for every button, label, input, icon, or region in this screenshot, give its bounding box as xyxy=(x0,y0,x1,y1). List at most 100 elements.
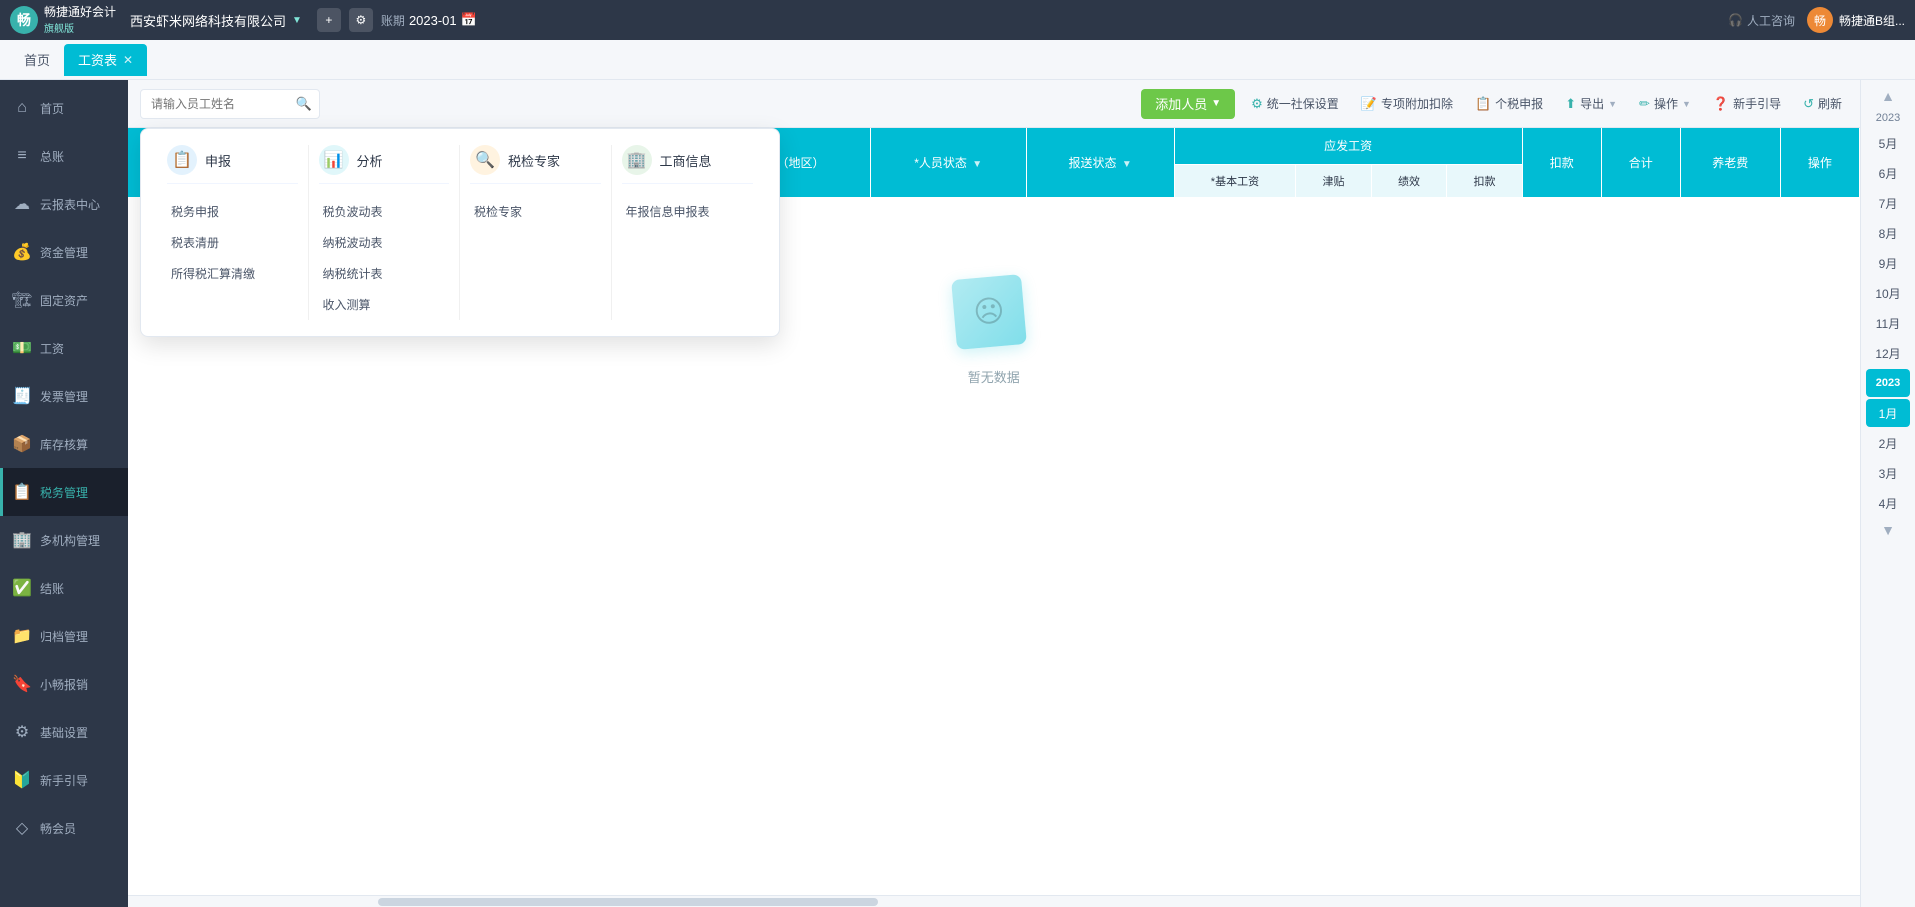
right-panel-month-12[interactable]: 12月 xyxy=(1866,339,1910,367)
sidebar-item-archive[interactable]: 📁 归档管理 xyxy=(0,612,128,660)
operations-action[interactable]: ✏ 操作 ▼ xyxy=(1633,89,1697,119)
user-info[interactable]: 畅 畅捷通B组... xyxy=(1807,7,1905,33)
search-input[interactable] xyxy=(140,89,320,119)
sidebar-item-ledger[interactable]: ≡ 总账 xyxy=(0,132,128,180)
right-panel-month-1[interactable]: 1月 xyxy=(1866,399,1910,427)
add-person-label: 添加人员 xyxy=(1155,94,1207,113)
vip-icon: ◇ xyxy=(12,818,32,838)
business-header: 🏢 工商信息 xyxy=(622,145,754,184)
invoice-icon: 🧾 xyxy=(12,386,32,406)
operations-label: 操作 xyxy=(1654,95,1678,112)
search-wrap: 🔍 xyxy=(140,89,320,119)
dropdown-section-analysis: 📊 分析 税负波动表 纳税波动表 纳税统计表 收入测算 xyxy=(309,145,461,320)
analysis-icon: 📊 xyxy=(319,145,349,175)
dropdown-item-income-calc[interactable]: 收入测算 xyxy=(319,289,450,320)
sidebar-label-vip: 畅会员 xyxy=(40,820,76,837)
dropdown-item-income-tax[interactable]: 所得税汇算清缴 xyxy=(167,258,298,289)
ledger-icon: ≡ xyxy=(12,147,32,165)
tax-declaration-action[interactable]: 📋 个税申报 xyxy=(1469,89,1549,119)
new-guide-action[interactable]: ❓ 新手引导 xyxy=(1707,89,1787,119)
social-security-action[interactable]: ⚙ 统一社保设置 xyxy=(1245,89,1345,119)
status-filter-icon[interactable]: ▼ xyxy=(972,159,982,170)
sidebar-item-tax[interactable]: 📋 税务管理 xyxy=(0,468,128,516)
sidebar-item-closing[interactable]: ✅ 结账 xyxy=(0,564,128,612)
sidebar-item-new-guide[interactable]: 🔰 新手引导 xyxy=(0,756,128,804)
fixed-assets-icon: 🏗 xyxy=(12,290,32,310)
tab-salary[interactable]: 工资表 ✕ xyxy=(64,44,147,76)
dropdown-item-tax-declaration[interactable]: 税务申报 xyxy=(167,196,298,227)
right-panel-month-7[interactable]: 7月 xyxy=(1866,189,1910,217)
refresh-label: 刷新 xyxy=(1818,95,1842,112)
right-panel-month-5[interactable]: 5月 xyxy=(1866,129,1910,157)
refresh-action[interactable]: ↺ 刷新 xyxy=(1797,89,1848,119)
tab-close-icon[interactable]: ✕ xyxy=(123,53,133,67)
right-panel-month-11[interactable]: 11月 xyxy=(1866,309,1910,337)
add-company-btn[interactable]: + xyxy=(317,8,341,32)
th-payroll-group: 应发工资 xyxy=(1174,128,1522,164)
th-action: 操作 xyxy=(1780,128,1859,197)
sidebar-label-cloud: 云报表中心 xyxy=(40,196,100,213)
th-allowance: 津贴 xyxy=(1296,164,1371,197)
right-panel-year-top: 2023 xyxy=(1876,108,1900,128)
th-status: *人员状态 ▼ xyxy=(870,128,1026,197)
special-deduction-action[interactable]: 📝 专项附加扣除 xyxy=(1355,89,1459,119)
service-button[interactable]: 🎧 人工咨询 xyxy=(1728,12,1795,29)
dropdown-item-tax-table[interactable]: 税表清册 xyxy=(167,227,298,258)
right-panel-nav-down[interactable]: ▼ xyxy=(1876,518,1900,542)
sidebar-item-fixed-assets[interactable]: 🏗 固定资产 xyxy=(0,276,128,324)
sidebar-label-archive: 归档管理 xyxy=(40,628,88,645)
sidebar-item-cloud-report[interactable]: ☁ 云报表中心 xyxy=(0,180,128,228)
th-pension: 养老费 xyxy=(1680,128,1780,197)
analysis-title: 分析 xyxy=(357,151,383,170)
dropdown-item-tax-stats[interactable]: 纳税统计表 xyxy=(319,258,450,289)
company-selector[interactable]: 西安虾米网络科技有限公司 ▼ xyxy=(130,11,302,30)
toolbar: 🔍 添加人员 ▼ ⚙ 统一社保设置 📝 专项附加扣除 📋 个税申报 ⬆ 导 xyxy=(128,80,1860,128)
right-panel-nav-up[interactable]: ▲ xyxy=(1876,84,1900,108)
right-panel-month-3[interactable]: 3月 xyxy=(1866,459,1910,487)
tax-expert-title: 税检专家 xyxy=(508,151,560,170)
sidebar-item-home[interactable]: ⌂ 首页 xyxy=(0,84,128,132)
tab-home[interactable]: 首页 xyxy=(10,44,64,76)
sidebar-label-fund: 资金管理 xyxy=(40,244,88,261)
empty-cube-icon xyxy=(951,274,1027,350)
th-deductions: 扣款 xyxy=(1522,128,1601,197)
right-panel-month-9[interactable]: 9月 xyxy=(1866,249,1910,277)
th-performance: 绩效 xyxy=(1371,164,1446,197)
sidebar-item-invoice[interactable]: 🧾 发票管理 xyxy=(0,372,128,420)
sidebar-item-inventory[interactable]: 📦 库存核算 xyxy=(0,420,128,468)
bottom-scrollbar[interactable] xyxy=(128,895,1860,907)
dropdown-item-tax-burden[interactable]: 税负波动表 xyxy=(319,196,450,227)
sidebar-item-multi-org[interactable]: 🏢 多机构管理 xyxy=(0,516,128,564)
export-action[interactable]: ⬆ 导出 ▼ xyxy=(1559,89,1623,119)
scroll-thumb[interactable] xyxy=(378,898,878,906)
sidebar-item-salary[interactable]: 💵 工资 xyxy=(0,324,128,372)
service-label: 人工咨询 xyxy=(1747,12,1795,29)
period-label: 账期 xyxy=(381,12,405,29)
dropdown-item-annual-report[interactable]: 年报信息申报表 xyxy=(622,196,754,227)
period-calendar-icon[interactable]: 📅 xyxy=(461,12,477,28)
tax-dropdown-popup: 📋 申报 税务申报 税表清册 所得税汇算清缴 📊 分析 税负波动表 纳税波动表 … xyxy=(140,128,780,337)
right-panel-month-6[interactable]: 6月 xyxy=(1866,159,1910,187)
right-panel-month-10[interactable]: 10月 xyxy=(1866,279,1910,307)
right-panel-month-4[interactable]: 4月 xyxy=(1866,489,1910,517)
archive-icon: 📁 xyxy=(12,626,32,646)
right-panel-month-8[interactable]: 8月 xyxy=(1866,219,1910,247)
add-person-button[interactable]: 添加人员 ▼ xyxy=(1141,89,1235,119)
sidebar-item-vip[interactable]: ◇ 畅会员 xyxy=(0,804,128,852)
right-panel-month-2[interactable]: 2月 xyxy=(1866,429,1910,457)
dropdown-item-tax-payment[interactable]: 纳税波动表 xyxy=(319,227,450,258)
th-base-salary: *基本工资 xyxy=(1174,164,1296,197)
sidebar-item-fund[interactable]: 💰 资金管理 xyxy=(0,228,128,276)
sidebar-item-basic-settings[interactable]: ⚙ 基础设置 xyxy=(0,708,128,756)
dropdown-section-business: 🏢 工商信息 年报信息申报表 xyxy=(612,145,764,320)
search-icon[interactable]: 🔍 xyxy=(296,96,312,112)
report-filter-icon[interactable]: ▼ xyxy=(1122,159,1132,170)
settings-btn[interactable]: ⚙ xyxy=(349,8,373,32)
sidebar-item-xiao-chang[interactable]: 🔖 小畅报销 xyxy=(0,660,128,708)
th-deduct: 扣款 xyxy=(1447,164,1522,197)
tax-expert-header: 🔍 税检专家 xyxy=(470,145,601,184)
sidebar-label-multi: 多机构管理 xyxy=(40,532,100,549)
company-name: 西安虾米网络科技有限公司 xyxy=(130,11,286,30)
dropdown-item-tax-expert[interactable]: 税检专家 xyxy=(470,196,601,227)
main-layout: ⌂ 首页 ≡ 总账 ☁ 云报表中心 💰 资金管理 🏗 固定资产 💵 工资 🧾 发… xyxy=(0,80,1915,907)
